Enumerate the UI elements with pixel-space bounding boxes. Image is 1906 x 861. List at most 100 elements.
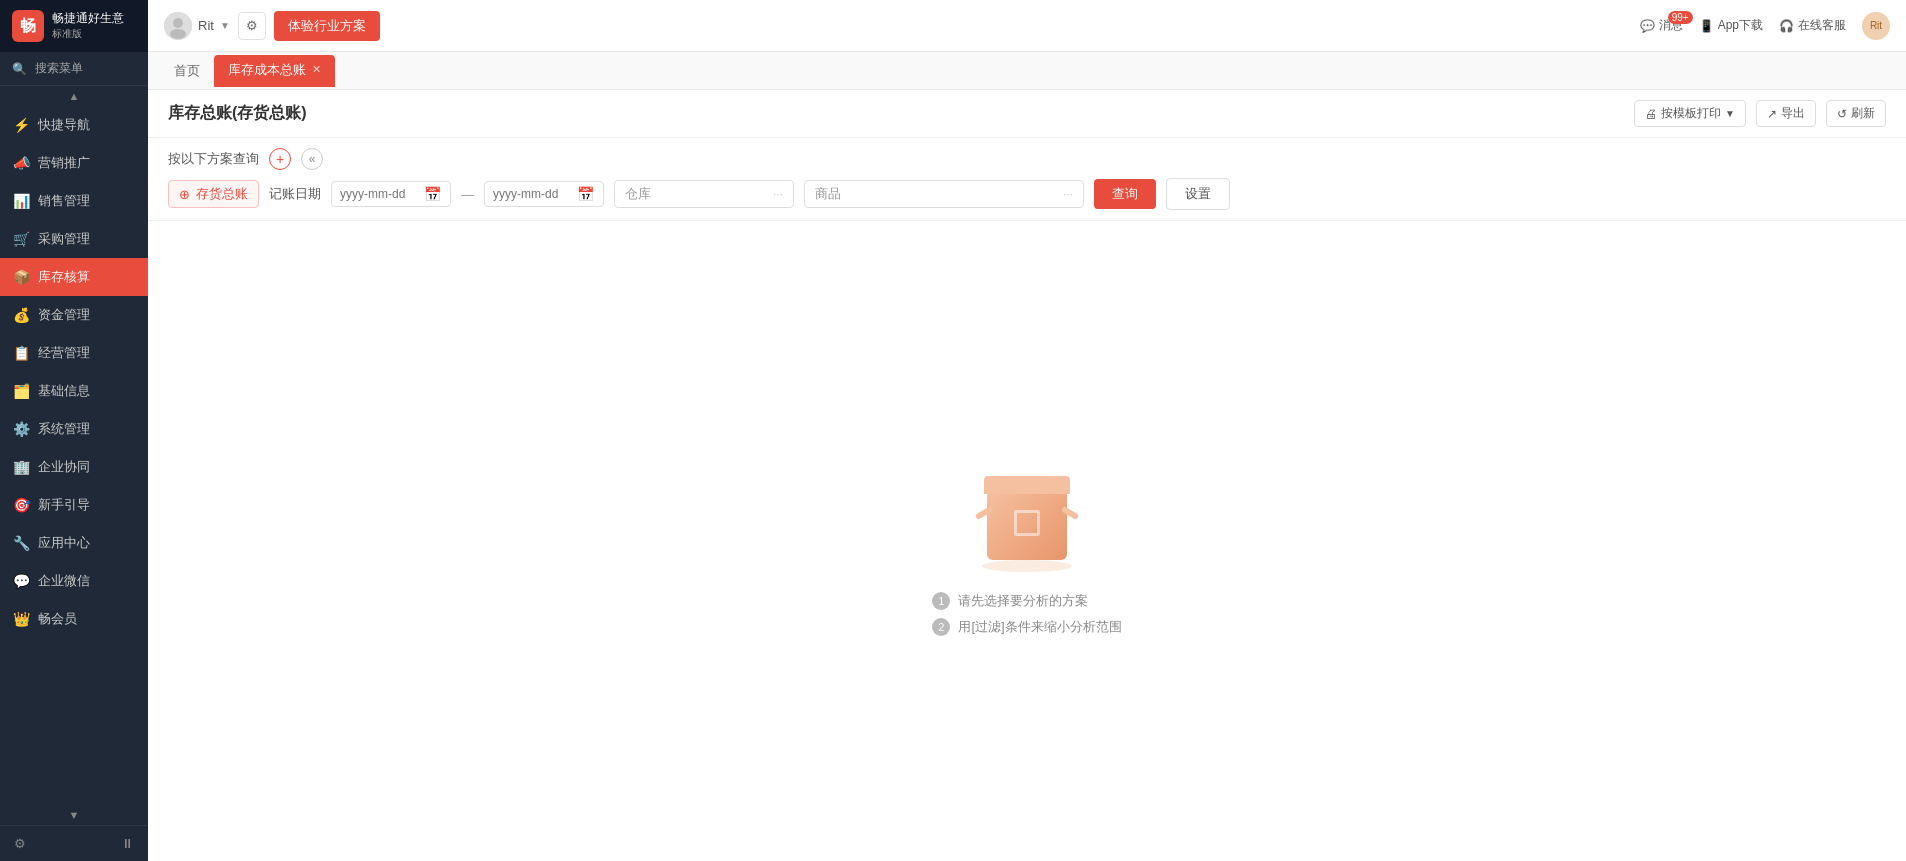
template-print-btn[interactable]: 🖨 按模板打印 ▼ xyxy=(1634,100,1746,127)
sidebar-scroll-up[interactable]: ▲ xyxy=(0,86,148,106)
tab-close-icon[interactable]: ✕ xyxy=(312,63,321,76)
main-area: Rit ▼ ⚙ 体验行业方案 💬 消息 99+ 📱 App下载 🎧 在线客服 R… xyxy=(148,0,1906,861)
marketing-icon: 📣 xyxy=(12,155,30,171)
warehouse-input[interactable]: 仓库 ··· xyxy=(614,180,794,208)
filter-bar: 按以下方案查询 + « xyxy=(168,148,1886,170)
page-header: 库存总账(存货总账) 🖨 按模板打印 ▼ ↗ 导出 ↺ 刷新 xyxy=(148,90,1906,138)
membership-icon: 👑 xyxy=(12,611,30,627)
filter-label: 按以下方案查询 xyxy=(168,150,259,168)
system-icon: ⚙️ xyxy=(12,421,30,437)
sidebar-item-operation[interactable]: 📋 经营管理 xyxy=(0,334,148,372)
user-dropdown-icon: ▼ xyxy=(220,20,230,31)
sidebar-item-membership[interactable]: 👑 畅会员 xyxy=(0,600,148,638)
app-logo-icon: 畅 xyxy=(12,10,44,42)
product-more-icon: ··· xyxy=(1063,187,1073,201)
enterprise-icon: 🏢 xyxy=(12,459,30,475)
svg-point-1 xyxy=(173,18,183,28)
sidebar-item-system[interactable]: ⚙️ 系统管理 xyxy=(0,410,148,448)
operation-icon: 📋 xyxy=(12,345,30,361)
sidebar-item-purchase[interactable]: 🛒 采购管理 xyxy=(0,220,148,258)
sidebar-item-basic[interactable]: 🗂️ 基础信息 xyxy=(0,372,148,410)
date-field-label: 记账日期 xyxy=(269,185,321,203)
print-dropdown-icon: ▼ xyxy=(1725,108,1735,119)
print-icon: 🖨 xyxy=(1645,107,1657,121)
sidebar-item-enterprise[interactable]: 🏢 企业协同 xyxy=(0,448,148,486)
phone-icon: 📱 xyxy=(1699,19,1714,33)
sidebar-item-inventory[interactable]: 📦 库存核算 xyxy=(0,258,148,296)
box-face xyxy=(1014,510,1040,536)
avatar xyxy=(164,12,192,40)
filter-add-btn[interactable]: + xyxy=(269,148,291,170)
finance-icon: 💰 xyxy=(12,307,30,323)
search-icon: 🔍 xyxy=(12,62,27,76)
filter-collapse-btn[interactable]: « xyxy=(301,148,323,170)
settings-btn[interactable]: 设置 xyxy=(1166,178,1230,210)
app-logo-text: 畅捷通好生意 标准版 xyxy=(52,11,124,41)
calendar-end-icon[interactable]: 📅 xyxy=(577,186,594,202)
sidebar-item-marketing[interactable]: 📣 营销推广 xyxy=(0,144,148,182)
hint-num-2: 2 xyxy=(932,618,950,636)
empty-hint-2: 2 用[过滤]条件来缩小分析范围 xyxy=(932,618,1121,636)
sales-icon: 📊 xyxy=(12,193,30,209)
date-separator: — xyxy=(461,187,474,202)
sidebar-item-wechat[interactable]: 💬 企业微信 xyxy=(0,562,148,600)
sidebar-logo: 畅 畅捷通好生意 标准版 xyxy=(0,0,148,52)
industry-btn[interactable]: 体验行业方案 xyxy=(274,11,380,41)
sidebar-footer: ⚙ ⏸ xyxy=(0,825,148,861)
empty-hint-1: 1 请先选择要分析的方案 xyxy=(932,592,1121,610)
filter-scheme[interactable]: ⊕ 存货总账 xyxy=(168,180,259,208)
newbie-icon: 🎯 xyxy=(12,497,30,513)
page-content: 库存总账(存货总账) 🖨 按模板打印 ▼ ↗ 导出 ↺ 刷新 xyxy=(148,90,1906,861)
warehouse-more-icon: ··· xyxy=(773,187,783,201)
date-end-input[interactable]: 📅 xyxy=(484,181,604,207)
date-start-field[interactable] xyxy=(340,187,420,201)
empty-illustration xyxy=(967,446,1087,576)
sidebar-item-finance[interactable]: 💰 资金管理 xyxy=(0,296,148,334)
date-end-field[interactable] xyxy=(493,187,573,201)
sidebar: 畅 畅捷通好生意 标准版 🔍 搜索菜单 ▲ ⚡ 快捷导航 📣 营销推广 📊 销售… xyxy=(0,0,148,861)
box-lid xyxy=(984,476,1070,494)
apps-icon: 🔧 xyxy=(12,535,30,551)
basic-icon: 🗂️ xyxy=(12,383,30,399)
date-start-input[interactable]: 📅 xyxy=(331,181,451,207)
user-area[interactable]: Rit ▼ xyxy=(164,12,230,40)
box-body xyxy=(987,490,1067,560)
tab-home[interactable]: 首页 xyxy=(164,56,210,86)
topbar: Rit ▼ ⚙ 体验行业方案 💬 消息 99+ 📱 App下载 🎧 在线客服 R… xyxy=(148,0,1906,52)
audio-footer-icon[interactable]: ⏸ xyxy=(121,836,134,851)
empty-hints: 1 请先选择要分析的方案 2 用[过滤]条件来缩小分析范围 xyxy=(932,592,1121,636)
hint-num-1: 1 xyxy=(932,592,950,610)
calendar-start-icon[interactable]: 📅 xyxy=(424,186,441,202)
wechat-icon: 💬 xyxy=(12,573,30,589)
settings-footer-icon[interactable]: ⚙ xyxy=(14,836,26,851)
refresh-btn[interactable]: ↺ 刷新 xyxy=(1826,100,1886,127)
online-service-btn[interactable]: 🎧 在线客服 xyxy=(1779,17,1846,34)
tab-inventory-cost[interactable]: 库存成本总账 ✕ xyxy=(214,55,335,87)
export-btn[interactable]: ↗ 导出 xyxy=(1756,100,1816,127)
topbar-left: Rit ▼ ⚙ 体验行业方案 xyxy=(164,11,1630,41)
sidebar-item-apps[interactable]: 🔧 应用中心 xyxy=(0,524,148,562)
topbar-right: 💬 消息 99+ 📱 App下载 🎧 在线客服 Rit xyxy=(1640,12,1890,40)
filter-row: ⊕ 存货总账 记账日期 📅 — 📅 仓库 ··· xyxy=(168,178,1886,210)
message-btn[interactable]: 💬 消息 99+ xyxy=(1640,17,1683,34)
sidebar-nav: ⚡ 快捷导航 📣 营销推广 📊 销售管理 🛒 采购管理 📦 库存核算 💰 资金管… xyxy=(0,106,148,805)
product-input[interactable]: 商品 ··· xyxy=(804,180,1084,208)
headset-icon: 🎧 xyxy=(1779,19,1794,33)
quick-nav-icon: ⚡ xyxy=(12,117,30,133)
refresh-icon: ↺ xyxy=(1837,107,1847,121)
settings-button[interactable]: ⚙ xyxy=(238,12,266,40)
message-icon: 💬 xyxy=(1640,19,1655,33)
filter-container: 按以下方案查询 + « ⊕ 存货总账 记账日期 📅 — xyxy=(148,138,1906,221)
shadow xyxy=(982,560,1072,572)
sidebar-item-sales[interactable]: 📊 销售管理 xyxy=(0,182,148,220)
scheme-icon: ⊕ xyxy=(179,187,190,202)
query-btn[interactable]: 查询 xyxy=(1094,179,1156,209)
inventory-icon: 📦 xyxy=(12,269,30,285)
app-download-btn[interactable]: 📱 App下载 xyxy=(1699,17,1763,34)
sidebar-search[interactable]: 🔍 搜索菜单 xyxy=(0,52,148,86)
sidebar-scroll-down[interactable]: ▼ xyxy=(0,805,148,825)
user-avatar-right[interactable]: Rit xyxy=(1862,12,1890,40)
page-header-actions: 🖨 按模板打印 ▼ ↗ 导出 ↺ 刷新 xyxy=(1634,100,1886,127)
sidebar-item-quick-nav[interactable]: ⚡ 快捷导航 xyxy=(0,106,148,144)
sidebar-item-newbie[interactable]: 🎯 新手引导 xyxy=(0,486,148,524)
